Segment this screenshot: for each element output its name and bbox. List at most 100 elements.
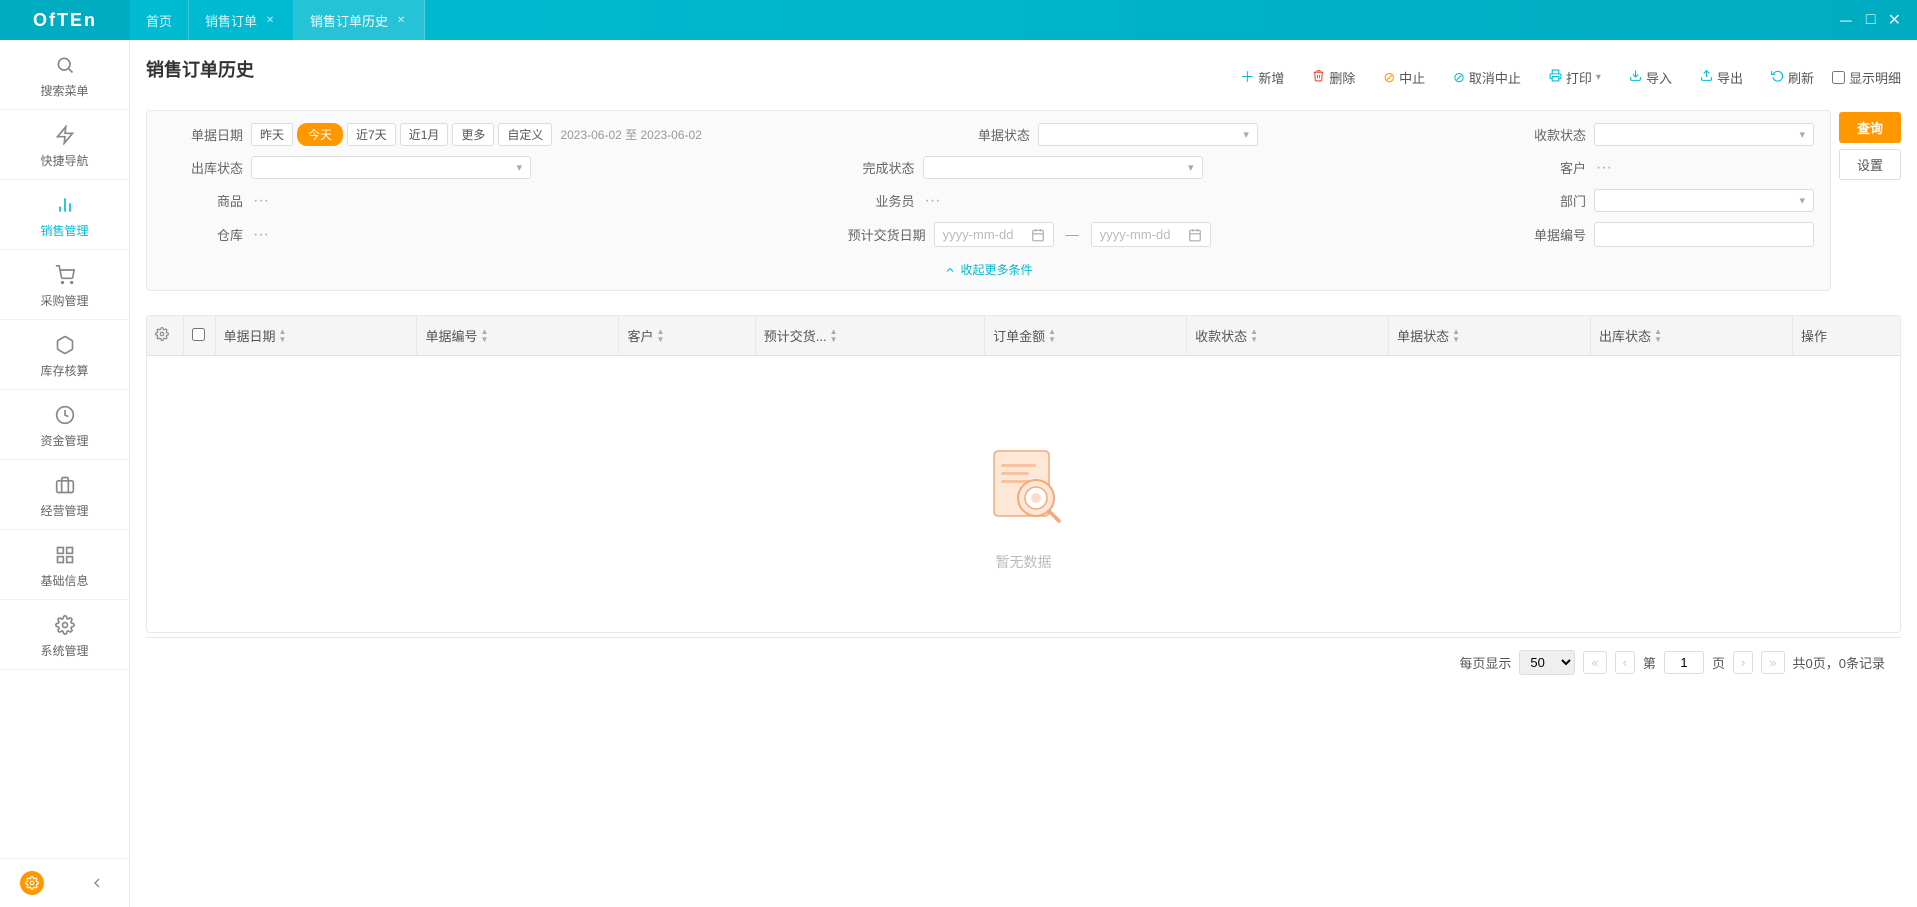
close-btn[interactable]: ✕ xyxy=(1888,10,1901,30)
first-page-btn[interactable]: « xyxy=(1583,651,1606,674)
print-button[interactable]: 打印 xyxy=(1539,63,1611,92)
next-page-btn[interactable]: › xyxy=(1733,651,1753,674)
bill-date-label: 单据日期 xyxy=(163,125,243,144)
import-icon xyxy=(1629,69,1642,85)
sidebar-item-quick-nav[interactable]: 快捷导航 xyxy=(0,110,129,180)
bill-status-label: 单据状态 xyxy=(950,125,1030,144)
sidebar-item-basic-info[interactable]: 基础信息 xyxy=(0,530,129,600)
refresh-icon xyxy=(1771,69,1784,85)
sort-arrows-customer: ▲▼ xyxy=(656,328,664,344)
import-label: 导入 xyxy=(1646,68,1672,87)
last-page-btn[interactable]: » xyxy=(1761,651,1784,674)
search-icon xyxy=(54,54,76,76)
set-button[interactable]: 设置 xyxy=(1839,149,1901,180)
export-label: 导出 xyxy=(1717,68,1743,87)
new-button[interactable]: ＋ 新增 xyxy=(1230,62,1294,92)
out-status-select[interactable]: ▾ xyxy=(251,156,531,179)
th-bill-status[interactable]: 单据状态 ▲▼ xyxy=(1389,316,1591,356)
date-btn-7days[interactable]: 近7天 xyxy=(347,123,396,146)
import-button[interactable]: 导入 xyxy=(1619,63,1682,92)
bill-no-input[interactable] xyxy=(1594,222,1814,247)
product-label: 商品 xyxy=(163,191,243,210)
th-receipt-status[interactable]: 收款状态 ▲▼ xyxy=(1187,316,1389,356)
select-all-checkbox[interactable] xyxy=(192,328,205,341)
sort-arrows-expected: ▲▼ xyxy=(830,328,838,344)
date-btn-yesterday[interactable]: 昨天 xyxy=(251,123,293,146)
th-settings[interactable] xyxy=(147,316,183,356)
maximize-btn[interactable]: □ xyxy=(1866,11,1876,29)
complete-status-select[interactable]: ▾ xyxy=(923,156,1203,179)
export-icon xyxy=(1700,69,1713,85)
filter-row-2: 出库状态 ▾ 完成状态 ▾ 客户 ··· xyxy=(163,156,1814,179)
tab-home-label: 首页 xyxy=(146,11,172,30)
sidebar-item-search-menu[interactable]: 搜索菜单 xyxy=(0,40,129,110)
sidebar: 搜索菜单 快捷导航 销售管理 xyxy=(0,40,130,907)
salesman-select[interactable]: ··· xyxy=(925,192,941,210)
stop-icon: ⊘ xyxy=(1383,69,1395,86)
sidebar-item-finance[interactable]: 资金管理 xyxy=(0,390,129,460)
date-btn-1month[interactable]: 近1月 xyxy=(400,123,449,146)
tab-sales-order[interactable]: 销售订单 ✕ xyxy=(189,0,294,40)
dept-label: 部门 xyxy=(1506,191,1586,210)
th-customer[interactable]: 客户 ▲▼ xyxy=(619,316,755,356)
customer-select[interactable]: ··· xyxy=(1596,159,1612,177)
warehouse-select[interactable]: ··· xyxy=(253,226,269,244)
sidebar-item-finance-label: 资金管理 xyxy=(40,432,88,449)
receipt-status-arrow: ▾ xyxy=(1799,128,1805,141)
sidebar-settings-btn[interactable] xyxy=(20,871,44,895)
complete-status-arrow: ▾ xyxy=(1188,161,1194,174)
export-button[interactable]: 导出 xyxy=(1690,63,1753,92)
th-bill-date[interactable]: 单据日期 ▲▼ xyxy=(215,316,417,356)
date-btn-custom[interactable]: 自定义 xyxy=(498,123,552,146)
stop-button[interactable]: ⊘ 中止 xyxy=(1373,63,1435,92)
prev-page-btn[interactable]: ‹ xyxy=(1615,651,1635,674)
data-table: 单据日期 ▲▼ 单据编号 ▲▼ 客户 xyxy=(147,316,1900,632)
receipt-status-select[interactable]: ▾ xyxy=(1594,123,1814,146)
expected-date-label: 预计交货日期 xyxy=(826,225,926,244)
expected-date-start[interactable]: yyyy-mm-dd xyxy=(934,222,1054,247)
sort-arrows-amount: ▲▼ xyxy=(1048,328,1056,344)
display-toggle-checkbox[interactable] xyxy=(1832,71,1845,84)
tab-sales-order-close[interactable]: ✕ xyxy=(263,13,277,27)
sort-arrows-receipt: ▲▼ xyxy=(1250,328,1258,344)
tab-sales-order-history[interactable]: 销售订单历史 ✕ xyxy=(294,0,425,40)
logo-area: OfTEn xyxy=(0,0,130,40)
current-page-input[interactable] xyxy=(1664,651,1704,674)
sidebar-item-operations[interactable]: 经营管理 xyxy=(0,460,129,530)
sidebar-item-system[interactable]: 系统管理 xyxy=(0,600,129,670)
query-button[interactable]: 查询 xyxy=(1839,112,1901,143)
th-out-status[interactable]: 出库状态 ▲▼ xyxy=(1591,316,1793,356)
date-btn-more[interactable]: 更多 xyxy=(452,123,494,146)
empty-text: 暂无数据 xyxy=(996,552,1052,572)
th-order-amount[interactable]: 订单金额 ▲▼ xyxy=(985,316,1187,356)
delete-button[interactable]: 删除 xyxy=(1302,63,1365,92)
collapse-more-btn[interactable]: 收起更多条件 xyxy=(163,257,1814,278)
tab-home[interactable]: 首页 xyxy=(130,0,189,40)
th-expected-delivery[interactable]: 预计交货... ▲▼ xyxy=(755,316,984,356)
top-bar-tabs: 首页 销售订单 ✕ 销售订单历史 ✕ xyxy=(130,0,425,40)
sidebar-collapse-btn[interactable] xyxy=(85,871,109,895)
minimize-btn[interactable]: － xyxy=(1838,8,1854,32)
collapse-label: 收起更多条件 xyxy=(960,261,1032,278)
refresh-button[interactable]: 刷新 xyxy=(1761,63,1824,92)
product-select[interactable]: ··· xyxy=(253,192,269,210)
total-records-label: 共0页，0条记录 xyxy=(1793,653,1885,672)
warehouse-label: 仓库 xyxy=(163,225,243,244)
date-separator: — xyxy=(1066,227,1079,242)
dept-select[interactable]: ▾ xyxy=(1594,189,1814,212)
bill-status-select[interactable]: ▾ xyxy=(1038,123,1258,146)
sidebar-item-quick-nav-label: 快捷导航 xyxy=(40,152,88,169)
sidebar-item-purchase-mgmt[interactable]: 采购管理 xyxy=(0,250,129,320)
expected-date-end[interactable]: yyyy-mm-dd xyxy=(1091,222,1211,247)
delete-label: 删除 xyxy=(1329,68,1355,87)
cancel-stop-button[interactable]: ⊘ 取消中止 xyxy=(1443,63,1531,92)
date-btn-today[interactable]: 今天 xyxy=(297,123,343,146)
tab-sales-order-history-close[interactable]: ✕ xyxy=(394,13,408,27)
sidebar-item-sales-mgmt[interactable]: 销售管理 xyxy=(0,180,129,250)
sidebar-item-inventory[interactable]: 库存核算 xyxy=(0,320,129,390)
page-size-select[interactable]: 50 10 20 100 xyxy=(1519,650,1575,675)
th-bill-no[interactable]: 单据编号 ▲▼ xyxy=(417,316,619,356)
sidebar-bottom xyxy=(0,858,129,907)
th-checkbox[interactable] xyxy=(183,316,215,356)
sidebar-item-sales-mgmt-label: 销售管理 xyxy=(40,222,88,239)
